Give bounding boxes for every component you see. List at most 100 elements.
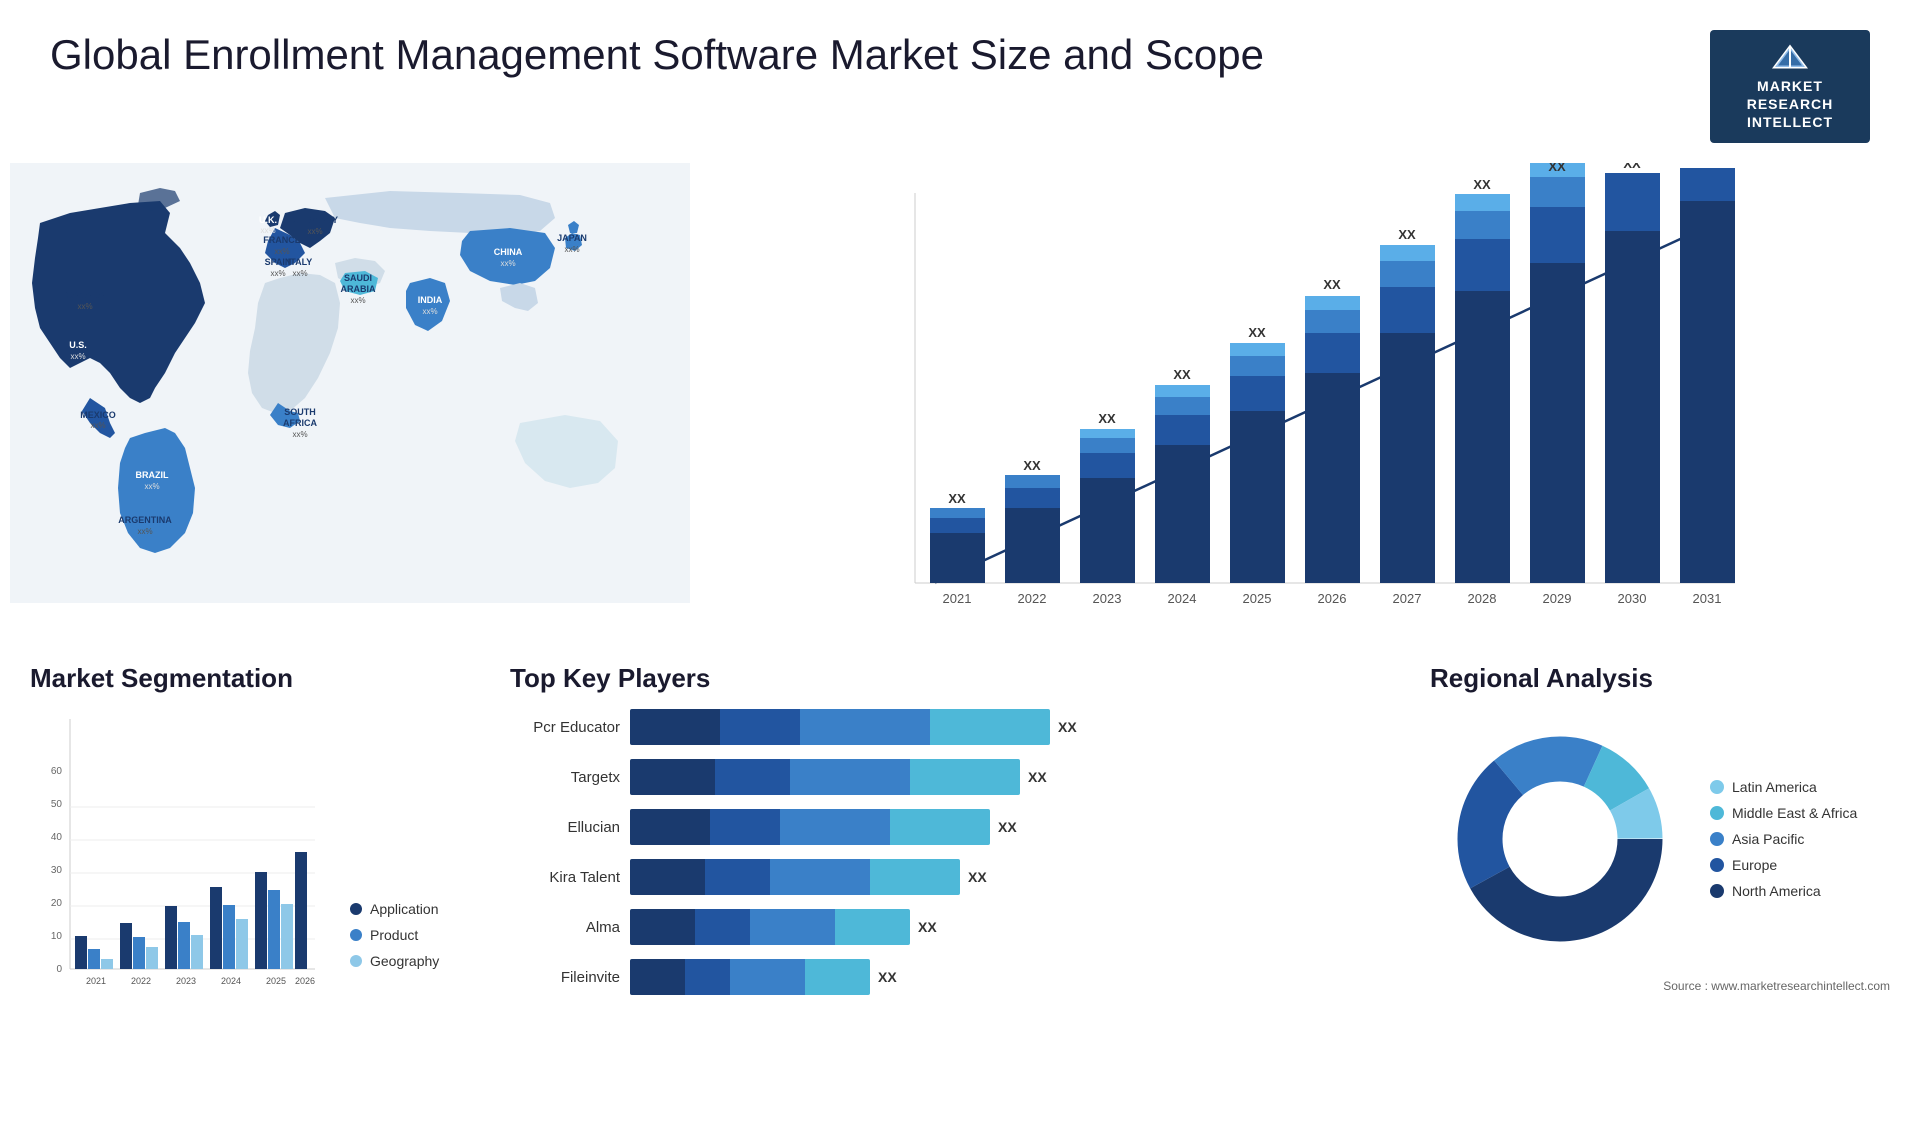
donut-center [1505, 784, 1615, 894]
svg-text:2021: 2021 [86, 976, 106, 986]
europe-label: Europe [1732, 857, 1777, 873]
label-2023: XX [1098, 411, 1116, 426]
uk-label: U.K. [259, 215, 277, 225]
latin-america-label: Latin America [1732, 779, 1817, 795]
argentina-value: xx% [137, 527, 152, 536]
player-bar-fileinvite [630, 959, 870, 995]
player-bar-kira-container: XX [630, 859, 1390, 895]
india-label: INDIA [418, 295, 443, 305]
year-2025: 2025 [1243, 591, 1272, 606]
china-label: CHINA [494, 247, 523, 257]
regional-legend: Latin America Middle East & Africa Asia … [1710, 779, 1857, 899]
legend-north-america: North America [1710, 883, 1857, 899]
bar-2022-seg3 [1005, 475, 1060, 488]
brazil-value: xx% [144, 482, 159, 491]
germany-value: xx% [307, 227, 322, 236]
chart-section: 2021 XX 2022 XX 2023 XX [720, 153, 1920, 653]
year-2021: 2021 [943, 591, 972, 606]
bar-2022-seg1 [1005, 508, 1060, 583]
legend-geography: Geography [350, 953, 439, 969]
bar-2029-seg1 [1530, 263, 1585, 583]
label-2025: XX [1248, 325, 1266, 340]
india-value: xx% [422, 307, 437, 316]
china-value: xx% [500, 259, 515, 268]
logo-area: MARKET RESEARCH INTELLECT [1710, 30, 1870, 143]
alma-seg1 [630, 909, 695, 945]
label-2024: XX [1173, 367, 1191, 382]
player-bar-targetx-container: XX [630, 759, 1390, 795]
spain-value: xx% [270, 269, 285, 278]
bar-2028-seg4 [1455, 194, 1510, 211]
europe-dot [1710, 858, 1724, 872]
kira-seg4 [870, 859, 960, 895]
kira-value: XX [968, 869, 987, 885]
brazil-label: BRAZIL [136, 470, 169, 480]
bar-2030-seg2 [1605, 173, 1660, 231]
targetx-value: XX [1028, 769, 1047, 785]
map-section: CANADA xx% U.S. xx% MEXICO xx% BRAZIL xx… [0, 153, 720, 653]
player-name-ellucian: Ellucian [510, 819, 620, 836]
logo-icon [1770, 42, 1810, 72]
bar-2023-seg1 [1080, 478, 1135, 583]
pcr-seg4 [930, 709, 1050, 745]
asia-pacific-dot [1710, 832, 1724, 846]
players-title: Top Key Players [510, 663, 1390, 694]
label-2031: XX [1698, 163, 1716, 164]
year-2027: 2027 [1393, 591, 1422, 606]
player-bar-targetx [630, 759, 1020, 795]
year-2029: 2029 [1543, 591, 1572, 606]
japan-label: JAPAN [557, 233, 587, 243]
label-2026: XX [1323, 277, 1341, 292]
geography-dot [350, 955, 362, 967]
players-section: Top Key Players Pcr Educator XX [480, 653, 1420, 1073]
bar-2022-seg2 [1005, 488, 1060, 508]
italy-value: xx% [292, 269, 307, 278]
year-2024: 2024 [1168, 591, 1197, 606]
svg-text:40: 40 [51, 832, 63, 843]
player-bar-ellucian-container: XX [630, 809, 1390, 845]
bar-2030-seg1 [1605, 231, 1660, 583]
france-value: xx% [274, 247, 289, 256]
player-bar-alma [630, 909, 910, 945]
year-2022: 2022 [1018, 591, 1047, 606]
label-2027: XX [1398, 227, 1416, 242]
player-bar-pcr [630, 709, 1050, 745]
us-value: xx% [70, 352, 85, 361]
seg-bar-2021-geo [101, 959, 113, 969]
bar-2027-seg3 [1380, 261, 1435, 287]
bar-2025-seg3 [1230, 356, 1285, 376]
svg-text:2025: 2025 [266, 976, 286, 986]
legend-asia-pacific: Asia Pacific [1710, 831, 1857, 847]
pcr-seg1 [630, 709, 720, 745]
ellucian-seg3 [780, 809, 890, 845]
fileinvite-seg3 [730, 959, 805, 995]
saudi-value: xx% [350, 296, 365, 305]
targetx-seg3 [790, 759, 910, 795]
world-map-svg: CANADA xx% U.S. xx% MEXICO xx% BRAZIL xx… [10, 163, 690, 603]
bar-2028-seg3 [1455, 211, 1510, 239]
year-2031: 2031 [1693, 591, 1722, 606]
player-bar-ellucian [630, 809, 990, 845]
north-america-dot [1710, 884, 1724, 898]
year-2026: 2026 [1318, 591, 1347, 606]
page-title: Global Enrollment Management Software Ma… [50, 30, 1264, 80]
bar-2025-seg1 [1230, 411, 1285, 583]
bar-2025-seg2 [1230, 376, 1285, 411]
players-bars-container: Pcr Educator XX Targetx [510, 709, 1390, 995]
player-bar-kira [630, 859, 960, 895]
asia-pacific-label: Asia Pacific [1732, 831, 1804, 847]
pcr-seg3 [800, 709, 930, 745]
south-africa-label2: AFRICA [283, 418, 317, 428]
fileinvite-seg1 [630, 959, 685, 995]
label-2028: XX [1473, 177, 1491, 192]
saudi-label: SAUDI [344, 273, 372, 283]
player-bar-alma-container: XX [630, 909, 1390, 945]
bar-2025-seg4 [1230, 343, 1285, 356]
player-name-pcr: Pcr Educator [510, 719, 620, 736]
latin-america-dot [1710, 780, 1724, 794]
japan-value: xx% [564, 245, 579, 254]
bar-2024-seg1 [1155, 445, 1210, 583]
player-bar-fileinvite-container: XX [630, 959, 1390, 995]
segmentation-section: Market Segmentation 0 10 20 30 40 50 60 [20, 653, 480, 1073]
south-africa-value: xx% [292, 430, 307, 439]
